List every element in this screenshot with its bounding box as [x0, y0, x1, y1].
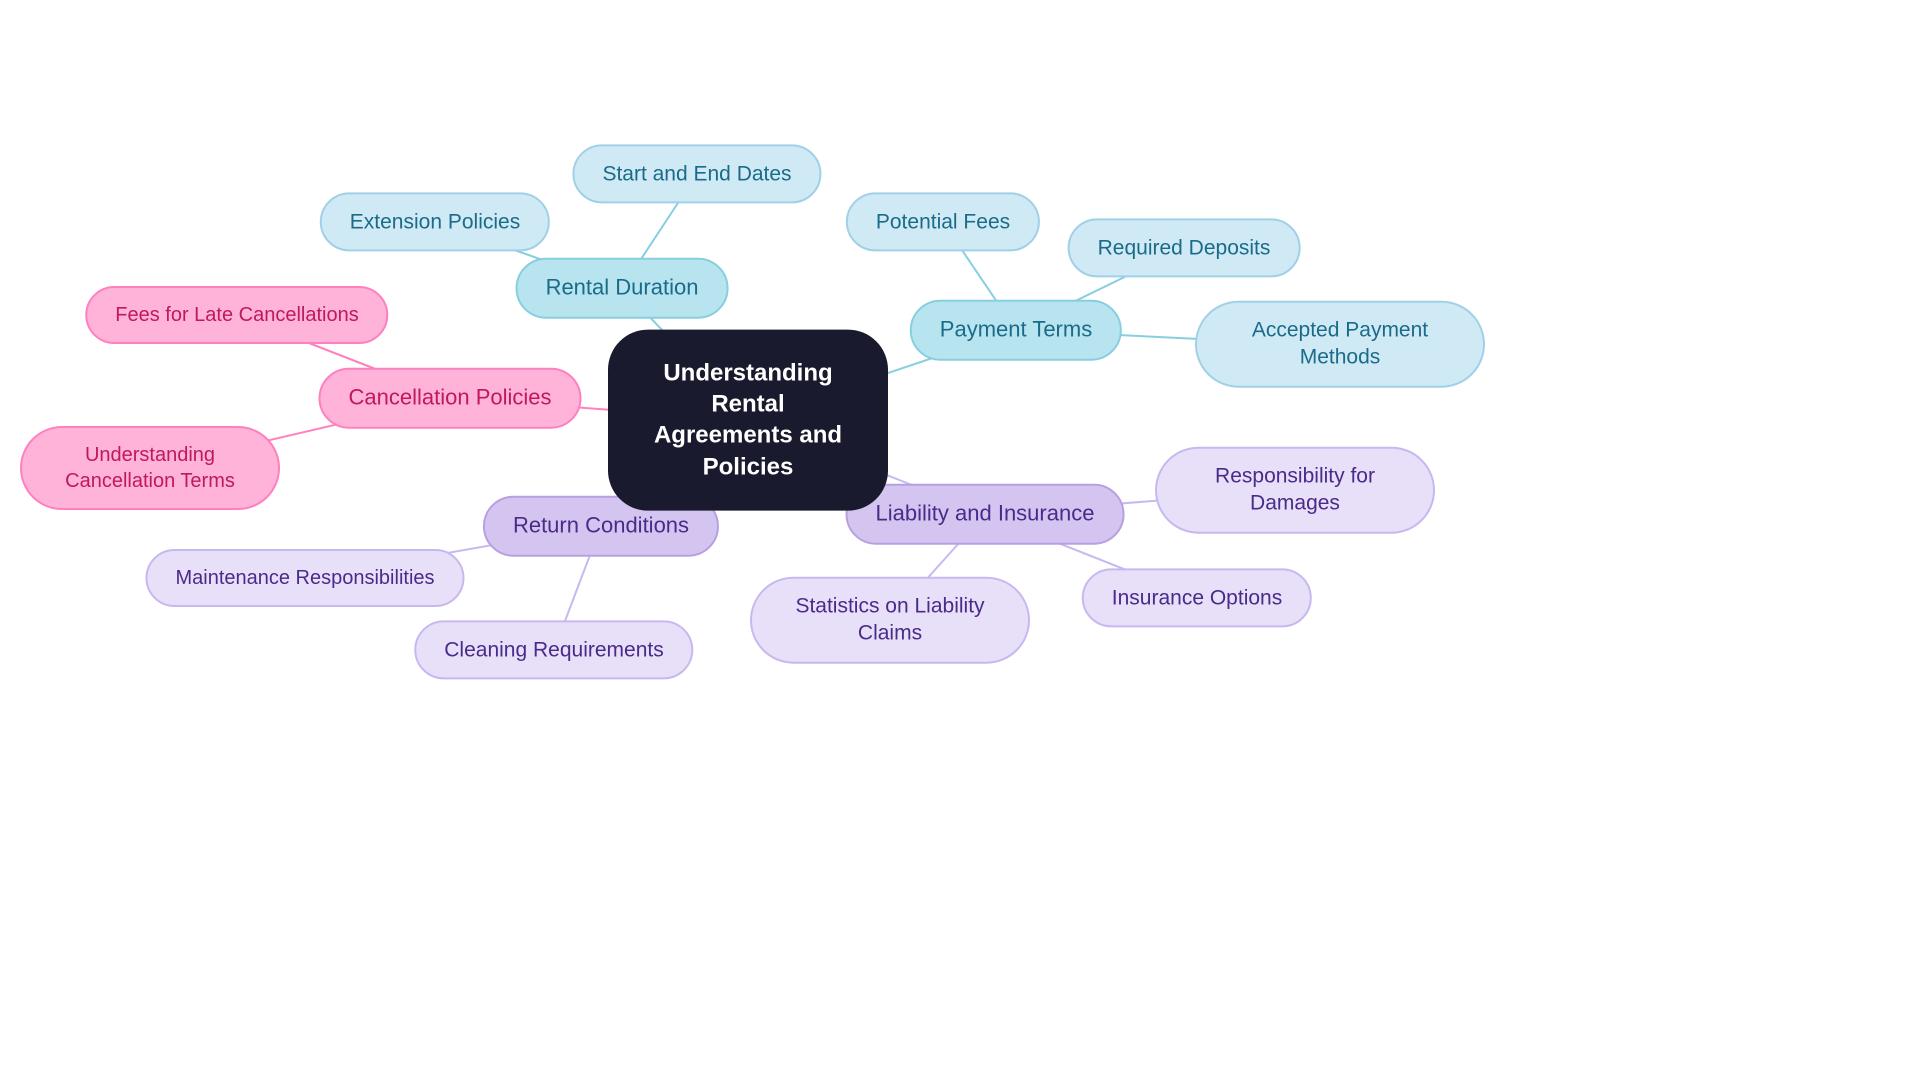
statistics-liability-node[interactable]: Statistics on Liability Claims [750, 577, 1030, 664]
payment-terms-node[interactable]: Payment Terms [910, 300, 1122, 361]
extension-policies-node[interactable]: Extension Policies [320, 192, 550, 251]
fees-late-cancellations-node[interactable]: Fees for Late Cancellations [85, 286, 388, 344]
potential-fees-node[interactable]: Potential Fees [846, 192, 1040, 251]
center-node[interactable]: Understanding Rental Agreements and Poli… [608, 330, 888, 511]
required-deposits-node[interactable]: Required Deposits [1068, 218, 1301, 277]
start-end-dates-node[interactable]: Start and End Dates [572, 144, 821, 203]
rental-duration-node[interactable]: Rental Duration [516, 258, 729, 319]
responsibility-damages-node[interactable]: Responsibility for Damages [1155, 447, 1435, 534]
cancellation-policies-node[interactable]: Cancellation Policies [319, 368, 582, 429]
understanding-cancellation-terms-node[interactable]: Understanding Cancellation Terms [20, 426, 280, 510]
accepted-payment-methods-node[interactable]: Accepted Payment Methods [1195, 301, 1485, 388]
liability-insurance-node[interactable]: Liability and Insurance [846, 484, 1125, 545]
cleaning-requirements-node[interactable]: Cleaning Requirements [414, 620, 693, 679]
maintenance-responsibilities-node[interactable]: Maintenance Responsibilities [145, 549, 464, 607]
insurance-options-node[interactable]: Insurance Options [1082, 568, 1312, 627]
